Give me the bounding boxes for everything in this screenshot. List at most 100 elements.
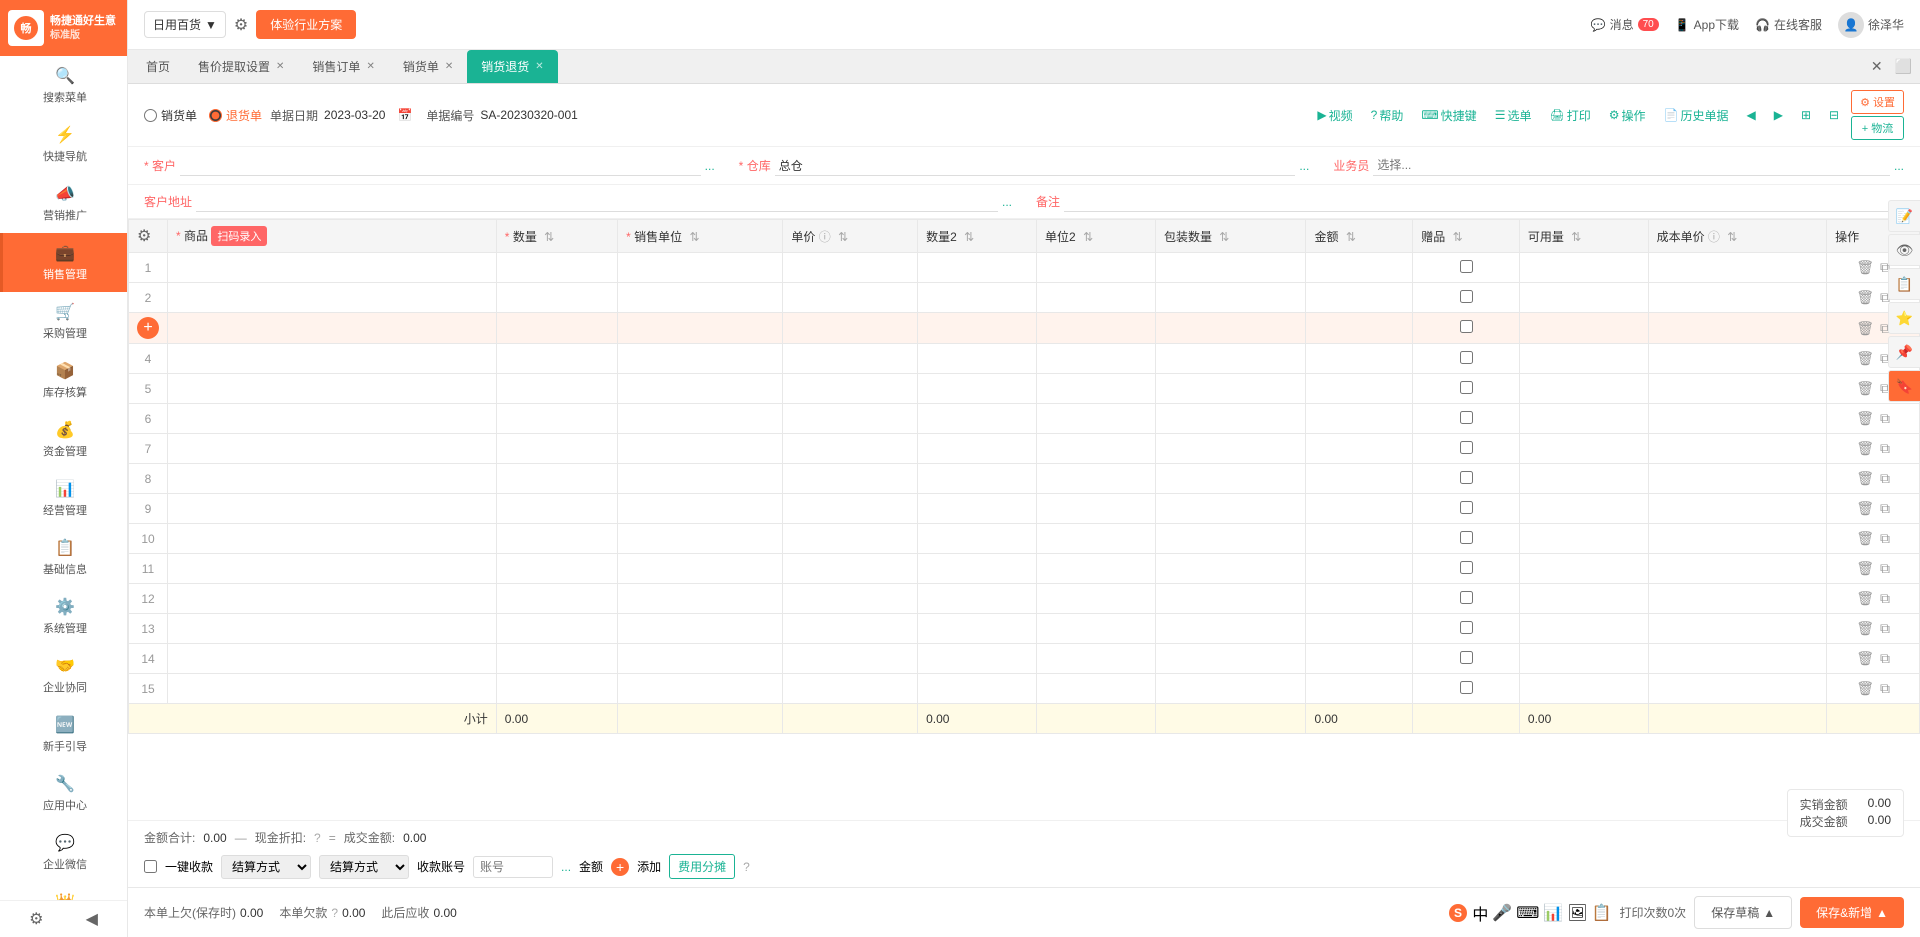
gift-checkbox-7[interactable] [1460,441,1473,454]
gift-checkbox-6[interactable] [1460,411,1473,424]
print-btn[interactable]: 🖨 打印 [1543,105,1596,126]
message-btn[interactable]: 💬 消息 70 [1591,16,1659,33]
quick-btn-note[interactable]: 📝 [1888,200,1920,232]
product-input-9[interactable] [176,502,488,516]
tab-close-sales-order[interactable]: ✕ [366,61,374,72]
operate-btn[interactable]: ⚙ 操作 [1603,105,1652,126]
col-settings-btn[interactable]: ⚙ [137,226,151,246]
shortcut-btn[interactable]: ⌨ 快捷键 [1415,105,1482,126]
delete-icon-3[interactable]: 🗑 [1856,320,1874,337]
staff-input[interactable] [1373,155,1890,176]
settings-icon-btn[interactable]: ⚙ [29,909,43,929]
product-input-1[interactable] [176,261,488,275]
gift-checkbox-2[interactable] [1460,290,1473,303]
user-profile[interactable]: 👤 徐泽华 [1838,12,1904,38]
sidebar-item-apps[interactable]: 🔧 应用中心 [0,764,127,823]
save-new-btn[interactable]: 保存&新增 ▲ [1800,897,1904,928]
delete-icon-8[interactable]: 🗑 [1856,470,1874,487]
sidebar-item-system[interactable]: ⚙️ 系统管理 [0,587,127,646]
maximize-tab-btn[interactable]: ⬜ [1891,54,1916,79]
delete-icon-1[interactable]: 🗑 [1856,259,1874,276]
product-input-15[interactable] [176,682,488,696]
delete-icon-4[interactable]: 🗑 [1856,350,1874,367]
product-input-8[interactable] [176,472,488,486]
warehouse-dots[interactable]: ... [1299,159,1309,173]
copy-icon-11[interactable]: ⧉ [1880,560,1890,577]
fee-split-btn[interactable]: 费用分摊 [669,854,735,879]
add-payment-btn[interactable]: + [611,858,629,876]
delete-icon-5[interactable]: 🗑 [1856,380,1874,397]
sidebar-item-operations[interactable]: 📊 经营管理 [0,469,127,528]
sidebar-item-basic[interactable]: 📋 基础信息 [0,528,127,587]
gift-checkbox-12[interactable] [1460,591,1473,604]
remark-input[interactable] [1064,191,1904,212]
gift-sort-icon[interactable]: ⇅ [1453,230,1463,244]
gift-checkbox-11[interactable] [1460,561,1473,574]
qty2-sort-icon[interactable]: ⇅ [964,230,974,244]
delete-icon-12[interactable]: 🗑 [1856,590,1874,607]
input-icon-6[interactable]: 📋 [1592,903,1612,923]
date-picker-btn[interactable]: 📅 [391,106,418,124]
address-input[interactable] [196,191,998,212]
copy-icon-14[interactable]: ⧉ [1880,650,1890,667]
product-input-13[interactable] [176,622,488,636]
industry-select[interactable]: 日用百货 ▼ [144,11,226,38]
save-draft-btn[interactable]: 保存草稿 ▲ [1694,896,1792,929]
next-record-btn[interactable]: ▶ [1768,106,1789,124]
close-tab-btn[interactable]: ✕ [1867,54,1887,79]
sidebar-item-guide[interactable]: 🆕 新手引导 [0,705,127,764]
tab-home[interactable]: 首页 [132,50,184,83]
copy-icon-7[interactable]: ⧉ [1880,440,1890,457]
tab-sales-return[interactable]: 销货退货 ✕ [467,50,557,83]
delete-icon-2[interactable]: 🗑 [1856,289,1874,306]
gift-checkbox-8[interactable] [1460,471,1473,484]
unit-sort-icon[interactable]: ⇅ [690,230,700,244]
quick-btn-pin[interactable]: 📌 [1888,336,1920,368]
sidebar-item-purchase[interactable]: 🛒 采购管理 [0,292,127,351]
gift-checkbox-9[interactable] [1460,501,1473,514]
gift-checkbox-1[interactable] [1460,260,1473,273]
delete-icon-15[interactable]: 🗑 [1856,680,1874,697]
staff-dots[interactable]: ... [1894,159,1904,173]
radio-sales-bill[interactable]: 销货单 [144,107,197,124]
product-input-14[interactable] [176,652,488,666]
packqty-sort-icon[interactable]: ⇅ [1219,230,1229,244]
gift-checkbox-5[interactable] [1460,381,1473,394]
scan-input-btn[interactable]: 扫码录入 [211,226,267,246]
amount-sort-icon[interactable]: ⇅ [1346,230,1356,244]
unit2-sort-icon[interactable]: ⇅ [1083,230,1093,244]
add-row-btn[interactable]: + [137,317,159,339]
input-icon-1[interactable]: 中 [1472,901,1488,925]
copy-icon-8[interactable]: ⧉ [1880,470,1890,487]
card-view-btn[interactable]: ⊟ [1823,106,1845,124]
calc-method2-select[interactable]: 结算方式 [319,855,409,879]
product-input-12[interactable] [176,592,488,606]
settings-side-btn[interactable]: ⚙ 设置 [1851,90,1904,114]
input-icon-3[interactable]: ⌨ [1516,903,1539,923]
table-view-btn[interactable]: ⊞ [1795,106,1817,124]
sidebar-item-search[interactable]: 🔍 搜索菜单 [0,56,127,115]
online-service-btn[interactable]: 🎧 在线客服 [1755,16,1822,33]
product-input-6[interactable] [176,412,488,426]
product-input-3[interactable] [176,321,488,335]
select-btn[interactable]: ☰ 选单 [1489,105,1538,126]
tab-price-setting[interactable]: 售价提取设置 ✕ [184,50,298,83]
copy-icon-13[interactable]: ⧉ [1880,620,1890,637]
input-icon-5[interactable]: 🖼 [1567,903,1587,923]
available-sort-icon[interactable]: ⇅ [1571,230,1581,244]
tab-sales-bill[interactable]: 销货单 ✕ [389,50,467,83]
video-btn[interactable]: ▶ 视频 [1311,105,1358,126]
trial-btn[interactable]: 体验行业方案 [256,10,356,39]
quick-btn-active[interactable]: 🔖 [1888,370,1920,402]
help-btn[interactable]: ? 帮助 [1365,105,1410,126]
tab-close-sales-bill[interactable]: ✕ [445,61,453,72]
product-input-10[interactable] [176,532,488,546]
delete-icon-6[interactable]: 🗑 [1856,410,1874,427]
input-icon-2[interactable]: 🎤 [1492,903,1512,923]
gift-checkbox-13[interactable] [1460,621,1473,634]
one-key-pay-checkbox[interactable] [144,860,157,873]
gift-checkbox-4[interactable] [1460,351,1473,364]
product-input-4[interactable] [176,352,488,366]
gift-checkbox-3[interactable] [1460,320,1473,333]
qty-sort-icon[interactable]: ⇅ [544,230,554,244]
